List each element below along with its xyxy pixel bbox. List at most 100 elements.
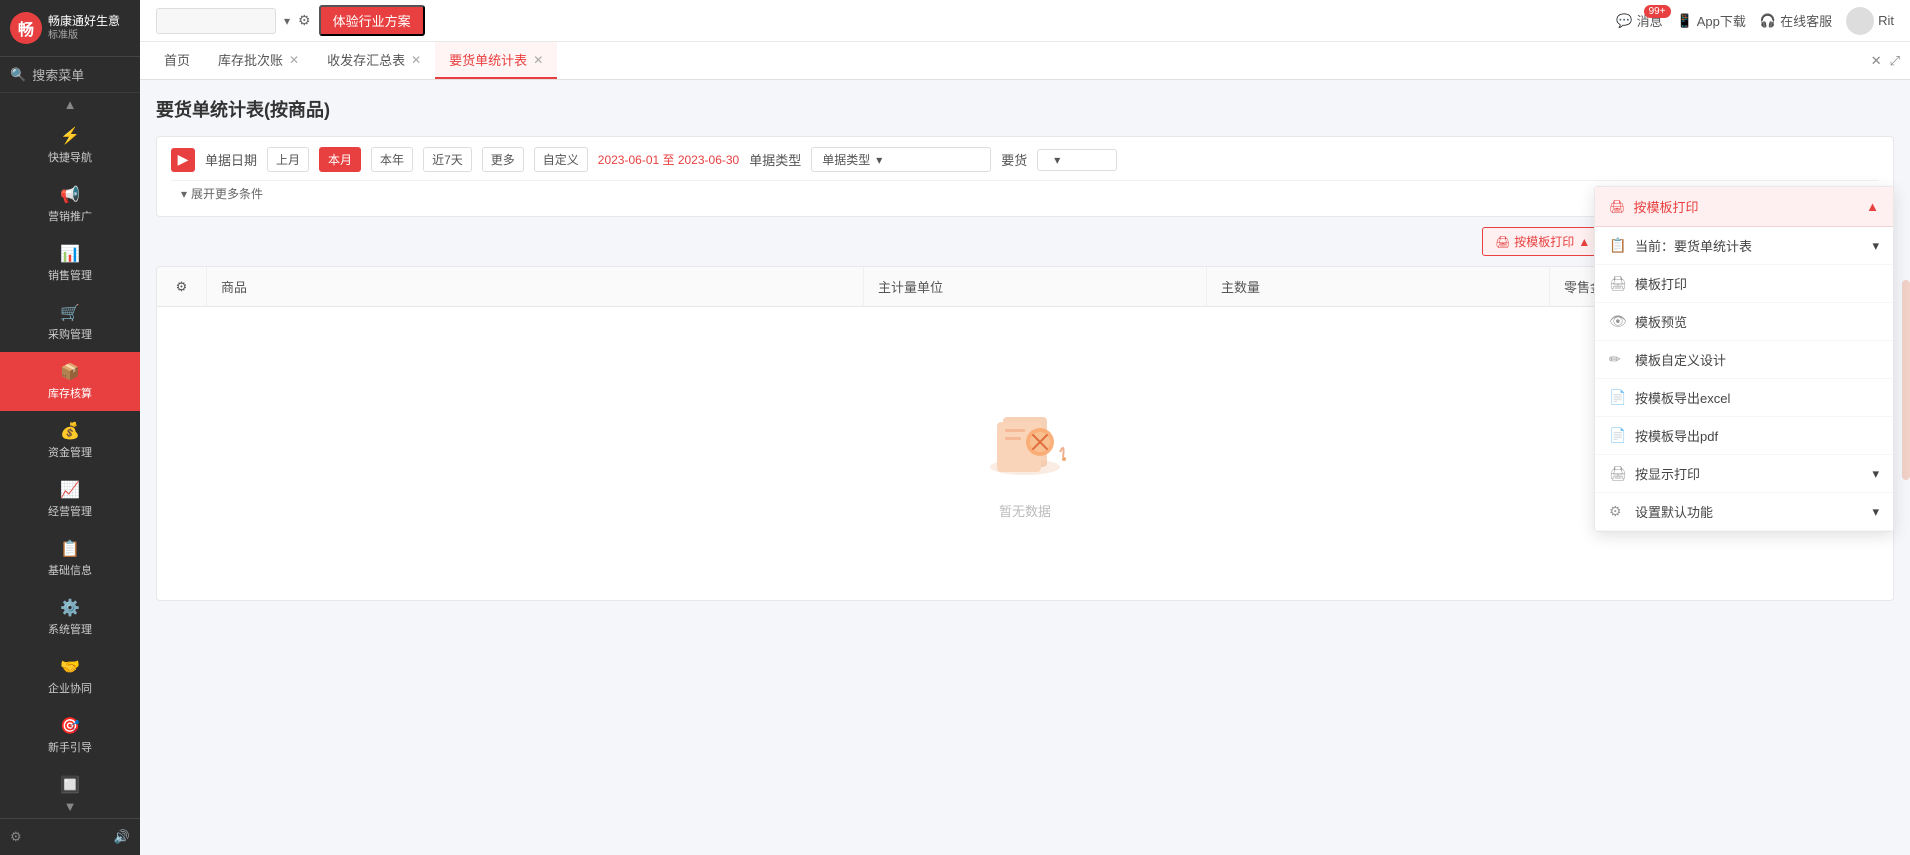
sound-icon[interactable]: 🔊 [114, 829, 130, 845]
page-content: 要货单统计表(按商品) ▶ 单据日期 上月 本月 本年 近7天 更多 自定义 2… [140, 80, 1910, 855]
sidebar-item-sales[interactable]: 📊 销售管理 [0, 234, 140, 293]
sidebar-item-inventory[interactable]: 📦 库存核算 [0, 352, 140, 411]
dp-template-design[interactable]: ✏ 模板自定义设计 [1595, 341, 1893, 379]
sidebar-item-purchase[interactable]: 🛒 采购管理 [0, 293, 140, 352]
empty-text: 暂无数据 [999, 501, 1051, 520]
message-btn[interactable]: 💬 消息 99+ [1616, 11, 1662, 30]
purchase-icon: 🛒 [60, 303, 80, 323]
date-btn-more[interactable]: 更多 [482, 147, 524, 172]
dp-print-icon: 🖨 [1609, 199, 1626, 215]
dp-current-template[interactable]: 📋 当前：要货单统计表 ▾ [1595, 227, 1893, 265]
search-icon: 🔍 [10, 67, 26, 83]
print-template-btn[interactable]: 🖨 按模板打印 ▲ [1482, 227, 1603, 256]
collab-icon: 🤝 [60, 657, 80, 677]
filter-toggle-btn[interactable]: ▶ [171, 148, 195, 172]
scrollbar-thumb[interactable] [1902, 280, 1910, 480]
logo-text: 畅康通好生意 标准版 [48, 14, 120, 43]
scroll-up-btn[interactable]: ▲ [0, 93, 140, 116]
date-filter-label: 单据日期 [205, 150, 257, 169]
dp-export-pdf[interactable]: 📄 按模板导出pdf [1595, 417, 1893, 455]
close-order-stats[interactable]: ✕ [533, 53, 543, 67]
sidebar-item-operations[interactable]: 📈 经营管理 [0, 470, 140, 529]
close-collection-summary[interactable]: ✕ [411, 53, 421, 67]
scroll-down-btn[interactable]: ▼ [0, 795, 140, 818]
sidebar: 畅 畅康通好生意 标准版 🔍 搜索菜单 ▲ ⚡ 快捷导航 📢 营销推广 📊 销售… [0, 0, 140, 855]
sales-icon: 📊 [60, 244, 80, 264]
maximize-icon[interactable]: ⤢ [1890, 53, 1900, 69]
dp-display-print[interactable]: 🖨 按显示打印 ▾ [1595, 455, 1893, 493]
sidebar-item-collab[interactable]: 🤝 企业协同 [0, 647, 140, 706]
dp-current-arrow: ▾ [1872, 238, 1879, 254]
sidebar-item-guide[interactable]: 🎯 新手引导 [0, 706, 140, 765]
operations-icon: 📈 [60, 480, 80, 500]
order-type-label: 要货 [1001, 150, 1027, 169]
top-search-input[interactable] [156, 8, 276, 34]
sidebar-item-basic-info[interactable]: 📋 基础信息 [0, 529, 140, 588]
dp-template-print[interactable]: 🖨 模板打印 [1595, 265, 1893, 303]
dp-set-default[interactable]: ⚙ 设置默认功能 ▾ [1595, 493, 1893, 531]
app-download-btn[interactable]: 📱 App下载 [1677, 11, 1746, 30]
print-dropdown-panel: 🖨 按模板打印 ▲ 📋 当前：要货单统计表 ▾ 🖨 模板打印 👁 [1594, 186, 1894, 532]
quick-nav-icon: ⚡ [60, 126, 80, 146]
trial-button[interactable]: 体验行业方案 [319, 5, 425, 36]
dp-template-print-icon: 🖨 [1609, 275, 1625, 292]
logo-icon: 畅 [10, 12, 42, 44]
type-select[interactable]: 单据类型 ▾ [811, 147, 991, 172]
date-btn-last-month[interactable]: 上月 [267, 147, 309, 172]
guide-icon: 🎯 [60, 716, 80, 736]
close-batch-account[interactable]: ✕ [289, 53, 299, 67]
sidebar-item-marketing[interactable]: 📢 营销推广 [0, 175, 140, 234]
type-select-arrow: ▾ [876, 153, 882, 167]
finance-icon: 💰 [60, 421, 80, 441]
dp-display-print-icon: 🖨 [1609, 465, 1625, 482]
th-product: 商品 [207, 267, 864, 306]
service-icon: 🎧 [1760, 13, 1776, 29]
tab-collection-summary[interactable]: 收发存汇总表 ✕ [313, 42, 435, 79]
sidebar-item-quick-nav[interactable]: ⚡ 快捷导航 [0, 116, 140, 175]
date-btn-this-month[interactable]: 本月 [319, 147, 361, 172]
top-gear-icon[interactable]: ⚙ [298, 12, 311, 29]
top-bar-left: ▾ ⚙ 体验行业方案 [156, 5, 1606, 36]
date-btn-custom[interactable]: 自定义 [534, 147, 588, 172]
tab-order-stats[interactable]: 要货单统计表 ✕ [435, 42, 557, 79]
dp-header-icons: ▲ [1866, 199, 1879, 214]
message-icon: 💬 [1616, 13, 1632, 29]
app-logo: 畅 畅康通好生意 标准版 [0, 0, 140, 57]
page-title: 要货单统计表(按商品) [156, 96, 1894, 122]
order-type-select[interactable]: ▾ [1037, 149, 1117, 171]
search-menu[interactable]: 🔍 搜索菜单 [0, 57, 140, 93]
sidebar-item-system[interactable]: ⚙️ 系统管理 [0, 588, 140, 647]
th-unit: 主计量单位 [864, 267, 1207, 306]
tab-batch-account[interactable]: 库存批次账 ✕ [204, 42, 313, 79]
gear-settings-icon[interactable]: ⚙ [176, 279, 188, 295]
tab-bar: 首页 库存批次账 ✕ 收发存汇总表 ✕ 要货单统计表 ✕ ✕ ⤢ [140, 42, 1910, 80]
dp-up-icon[interactable]: ▲ [1866, 199, 1879, 214]
dp-current-icon: 📋 [1609, 237, 1625, 254]
top-bar-right: 💬 消息 99+ 📱 App下载 🎧 在线客服 Rit [1616, 7, 1894, 35]
sidebar-item-finance[interactable]: 💰 资金管理 [0, 411, 140, 470]
user-avatar-btn[interactable]: Rit [1846, 7, 1894, 35]
online-service-btn[interactable]: 🎧 在线客服 [1760, 11, 1832, 30]
dp-export-excel-icon: 📄 [1609, 389, 1625, 406]
settings-bottom-icon[interactable]: ⚙ [10, 829, 22, 845]
type-filter-label: 单据类型 [749, 150, 801, 169]
marketing-icon: 📢 [60, 185, 80, 205]
dp-template-design-icon: ✏ [1609, 351, 1625, 368]
empty-illustration [975, 387, 1075, 487]
dp-export-excel[interactable]: 📄 按模板导出excel [1595, 379, 1893, 417]
dp-template-preview-icon: 👁 [1609, 313, 1625, 330]
sidebar-item-app-center[interactable]: 🔲 应用中心 [0, 765, 140, 795]
app-center-icon: 🔲 [60, 775, 80, 795]
date-btn-7days[interactable]: 近7天 [423, 147, 472, 172]
dp-header[interactable]: 🖨 按模板打印 ▲ [1595, 187, 1893, 227]
sidebar-nav: ⚡ 快捷导航 📢 营销推广 📊 销售管理 🛒 采购管理 📦 库存核算 💰 资金管… [0, 116, 140, 795]
top-dropdown-arrow[interactable]: ▾ [284, 14, 290, 28]
close-window-icon[interactable]: ✕ [1871, 53, 1882, 69]
dp-set-default-icon: ⚙ [1609, 503, 1625, 520]
th-quantity: 主数量 [1207, 267, 1550, 306]
tab-home[interactable]: 首页 [150, 42, 204, 79]
basic-info-icon: 📋 [60, 539, 80, 559]
dp-template-preview[interactable]: 👁 模板预览 [1595, 303, 1893, 341]
date-btn-this-year[interactable]: 本年 [371, 147, 413, 172]
dp-display-arrow: ▾ [1872, 466, 1879, 482]
